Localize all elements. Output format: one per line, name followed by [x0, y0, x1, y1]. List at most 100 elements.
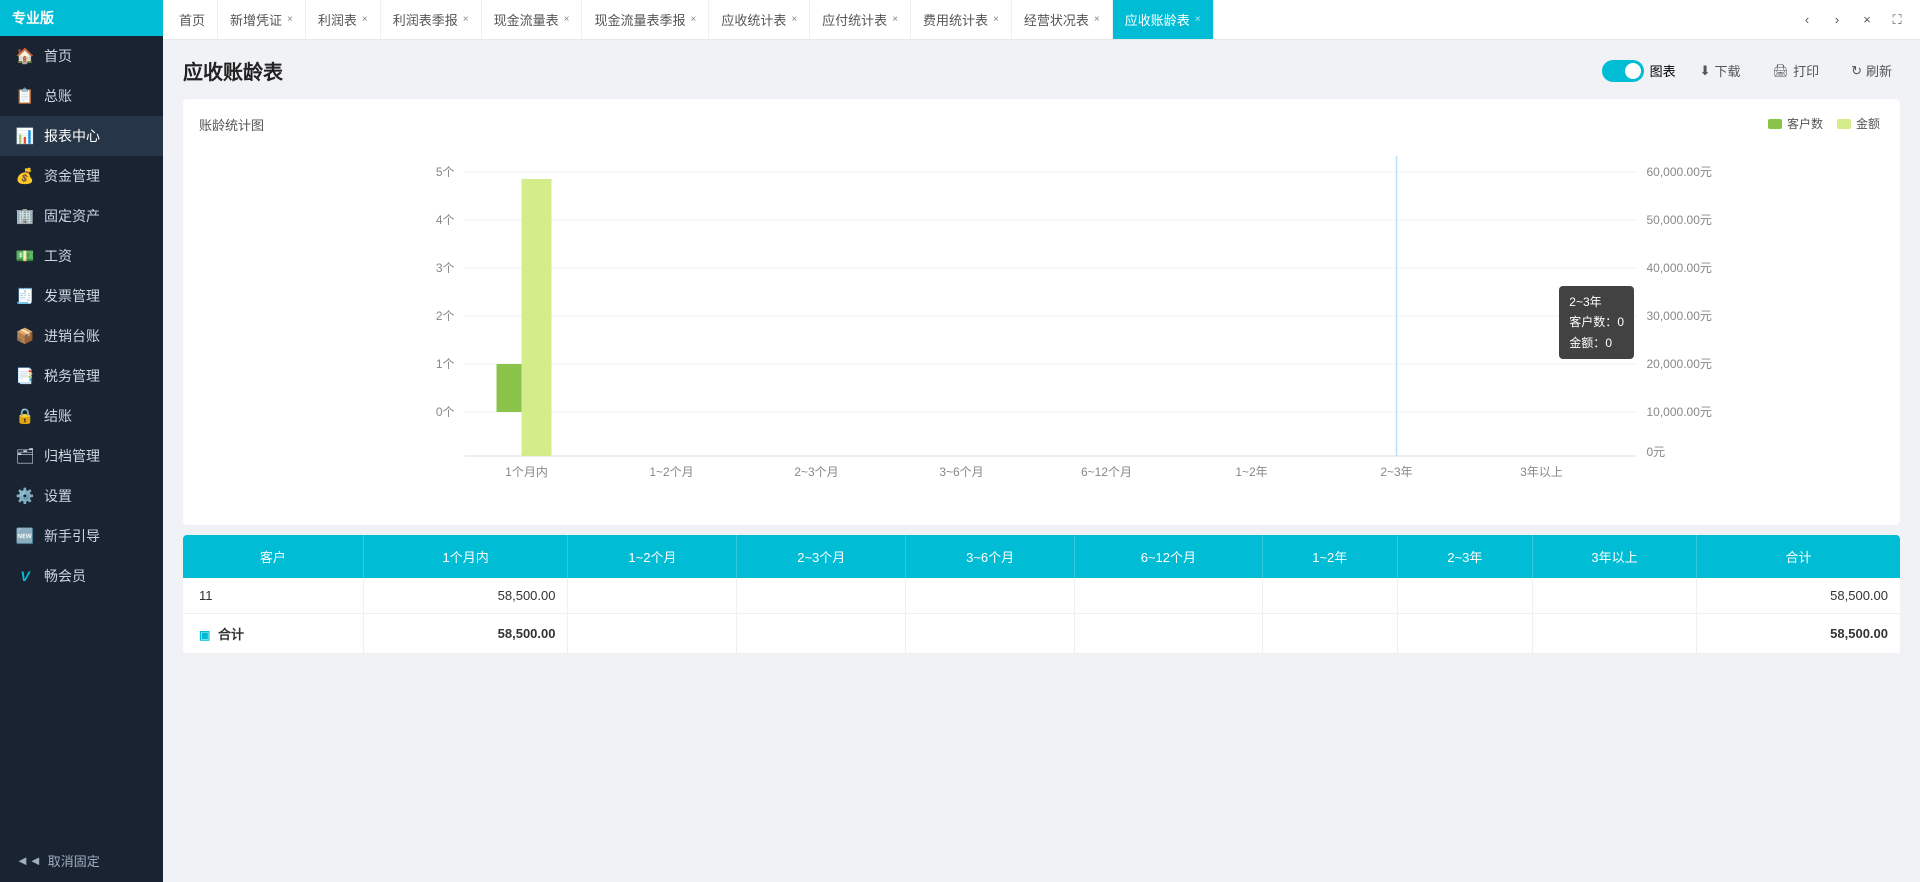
refresh-icon: ↻	[1851, 63, 1862, 79]
svg-text:40,000.00元: 40,000.00元	[1647, 261, 1712, 275]
chart-legend: 客户数 金额	[1768, 115, 1880, 132]
tab-expense-stat[interactable]: 费用统计表 ×	[911, 0, 1012, 40]
tab-aging[interactable]: 应收账龄表 ×	[1113, 0, 1214, 40]
content-area: 应收账龄表 图表 ⬇ 下载 🖨 打印 ↻ 刷新	[163, 40, 1920, 882]
tab-close-icon[interactable]: ×	[463, 14, 469, 25]
legend-amount-label: 金额	[1856, 115, 1880, 132]
tab-controls: ‹ › × ⛶	[1788, 7, 1916, 33]
total-total: 58,500.00	[1697, 614, 1900, 654]
col-y12: 1~2年	[1262, 535, 1397, 578]
reports-icon: 📊	[16, 127, 34, 145]
sidebar-item-home[interactable]: 🏠 首页	[0, 36, 163, 76]
tab-close-icon[interactable]: ×	[564, 14, 570, 25]
sidebar-item-guide[interactable]: 🆕 新手引导	[0, 516, 163, 556]
tab-payable-stat[interactable]: 应付统计表 ×	[810, 0, 911, 40]
tab-close-icon[interactable]: ×	[1195, 14, 1201, 25]
legend-amount: 金额	[1837, 115, 1880, 132]
sidebar-item-label: 进销台账	[44, 326, 100, 346]
tab-profit[interactable]: 利润表 ×	[306, 0, 381, 40]
cell-y3plus	[1532, 578, 1696, 614]
tab-close-icon[interactable]: ×	[993, 14, 999, 25]
total-label: ▣ 合计	[183, 614, 363, 654]
sidebar-item-label: 固定资产	[44, 206, 100, 226]
table-row: 11 58,500.00 58,500.00	[183, 578, 1900, 614]
col-m1: 1个月内	[363, 535, 568, 578]
sidebar-item-label: 发票管理	[44, 286, 100, 306]
sidebar-item-close[interactable]: 🔒 结账	[0, 396, 163, 436]
download-btn[interactable]: ⬇ 下载	[1692, 57, 1749, 84]
sidebar-item-ledger[interactable]: 📋 总账	[0, 76, 163, 116]
svg-text:20,000.00元: 20,000.00元	[1647, 357, 1712, 371]
sidebar-item-archive[interactable]: 🗂 归档管理	[0, 436, 163, 476]
tab-bar: 首页 新增凭证 × 利润表 × 利润表季报 × 现金流量表 × 现金流量表季报 …	[163, 0, 1920, 40]
tab-close-icon[interactable]: ×	[362, 14, 368, 25]
sidebar-item-funds[interactable]: 💰 资金管理	[0, 156, 163, 196]
total-m36	[906, 614, 1075, 654]
svg-text:3个: 3个	[436, 261, 455, 275]
svg-text:30,000.00元: 30,000.00元	[1647, 309, 1712, 323]
download-icon: ⬇	[1700, 63, 1711, 79]
guide-icon: 🆕	[16, 527, 34, 545]
collapse-sidebar-btn[interactable]: ◄◄ 取消固定	[0, 839, 163, 882]
chart-toggle-wrap: 图表	[1602, 60, 1676, 82]
total-m12	[568, 614, 737, 654]
salary-icon: 💵	[16, 247, 34, 265]
svg-text:0元: 0元	[1647, 445, 1666, 459]
chart-title: 账龄统计图	[199, 115, 1884, 134]
sidebar-item-inventory[interactable]: 📦 进销台账	[0, 316, 163, 356]
total-m23	[737, 614, 906, 654]
chart-toggle-label: 图表	[1650, 61, 1676, 80]
tab-close-icon[interactable]: ×	[1094, 14, 1100, 25]
sidebar-item-label: 结账	[44, 406, 72, 426]
member-icon: V	[16, 567, 34, 585]
sidebar-item-tax[interactable]: 📑 税务管理	[0, 356, 163, 396]
sidebar-item-member[interactable]: V 畅会员	[0, 556, 163, 596]
legend-customer-label: 客户数	[1787, 115, 1823, 132]
svg-text:0个: 0个	[436, 405, 455, 419]
print-btn[interactable]: 🖨 打印	[1765, 57, 1828, 84]
sidebar-item-salary[interactable]: 💵 工资	[0, 236, 163, 276]
total-y23	[1397, 614, 1532, 654]
tab-scroll-left-btn[interactable]: ‹	[1794, 7, 1820, 33]
svg-text:1个: 1个	[436, 357, 455, 371]
tab-close-icon[interactable]: ×	[892, 14, 898, 25]
inventory-icon: 📦	[16, 327, 34, 345]
chart-toggle[interactable]	[1602, 60, 1644, 82]
tab-biz-status[interactable]: 经营状况表 ×	[1012, 0, 1113, 40]
cell-total: 58,500.00	[1697, 578, 1900, 614]
archive-icon: 🗂	[16, 447, 34, 465]
sidebar-item-label: 新手引导	[44, 526, 100, 546]
bar-customer-0	[497, 364, 522, 412]
col-y3plus: 3年以上	[1532, 535, 1696, 578]
tab-profit-quarter[interactable]: 利润表季报 ×	[381, 0, 482, 40]
sidebar-item-invoices[interactable]: 🧾 发票管理	[0, 276, 163, 316]
sidebar-item-reports[interactable]: 📊 报表中心	[0, 116, 163, 156]
svg-text:2个: 2个	[436, 309, 455, 323]
legend-customer: 客户数	[1768, 115, 1823, 132]
col-m36: 3~6个月	[906, 535, 1075, 578]
svg-text:1~2个月: 1~2个月	[649, 465, 693, 479]
tab-receivable-stat[interactable]: 应收统计表 ×	[709, 0, 810, 40]
legend-customer-dot	[1768, 119, 1782, 129]
tab-home[interactable]: 首页	[167, 0, 218, 40]
funds-icon: 💰	[16, 167, 34, 185]
tab-voucher[interactable]: 新增凭证 ×	[218, 0, 306, 40]
tab-close-icon[interactable]: ×	[791, 14, 797, 25]
tab-close-icon[interactable]: ×	[287, 14, 293, 25]
svg-text:5个: 5个	[436, 165, 455, 179]
svg-text:60,000.00元: 60,000.00元	[1647, 165, 1712, 179]
cell-y23	[1397, 578, 1532, 614]
total-y3plus	[1532, 614, 1696, 654]
sidebar-item-label: 畅会员	[44, 566, 86, 586]
tab-cashflow-quarter[interactable]: 现金流量表季报 ×	[582, 0, 709, 40]
tab-fullscreen-btn[interactable]: ⛶	[1884, 7, 1910, 33]
svg-text:10,000.00元: 10,000.00元	[1647, 405, 1712, 419]
cell-y12	[1262, 578, 1397, 614]
tab-close-all-btn[interactable]: ×	[1854, 7, 1880, 33]
sidebar-item-assets[interactable]: 🏢 固定资产	[0, 196, 163, 236]
tab-scroll-right-btn[interactable]: ›	[1824, 7, 1850, 33]
refresh-btn[interactable]: ↻ 刷新	[1843, 57, 1900, 84]
tab-close-icon[interactable]: ×	[690, 14, 696, 25]
tab-cashflow[interactable]: 现金流量表 ×	[482, 0, 583, 40]
sidebar-item-settings[interactable]: ⚙️ 设置	[0, 476, 163, 516]
